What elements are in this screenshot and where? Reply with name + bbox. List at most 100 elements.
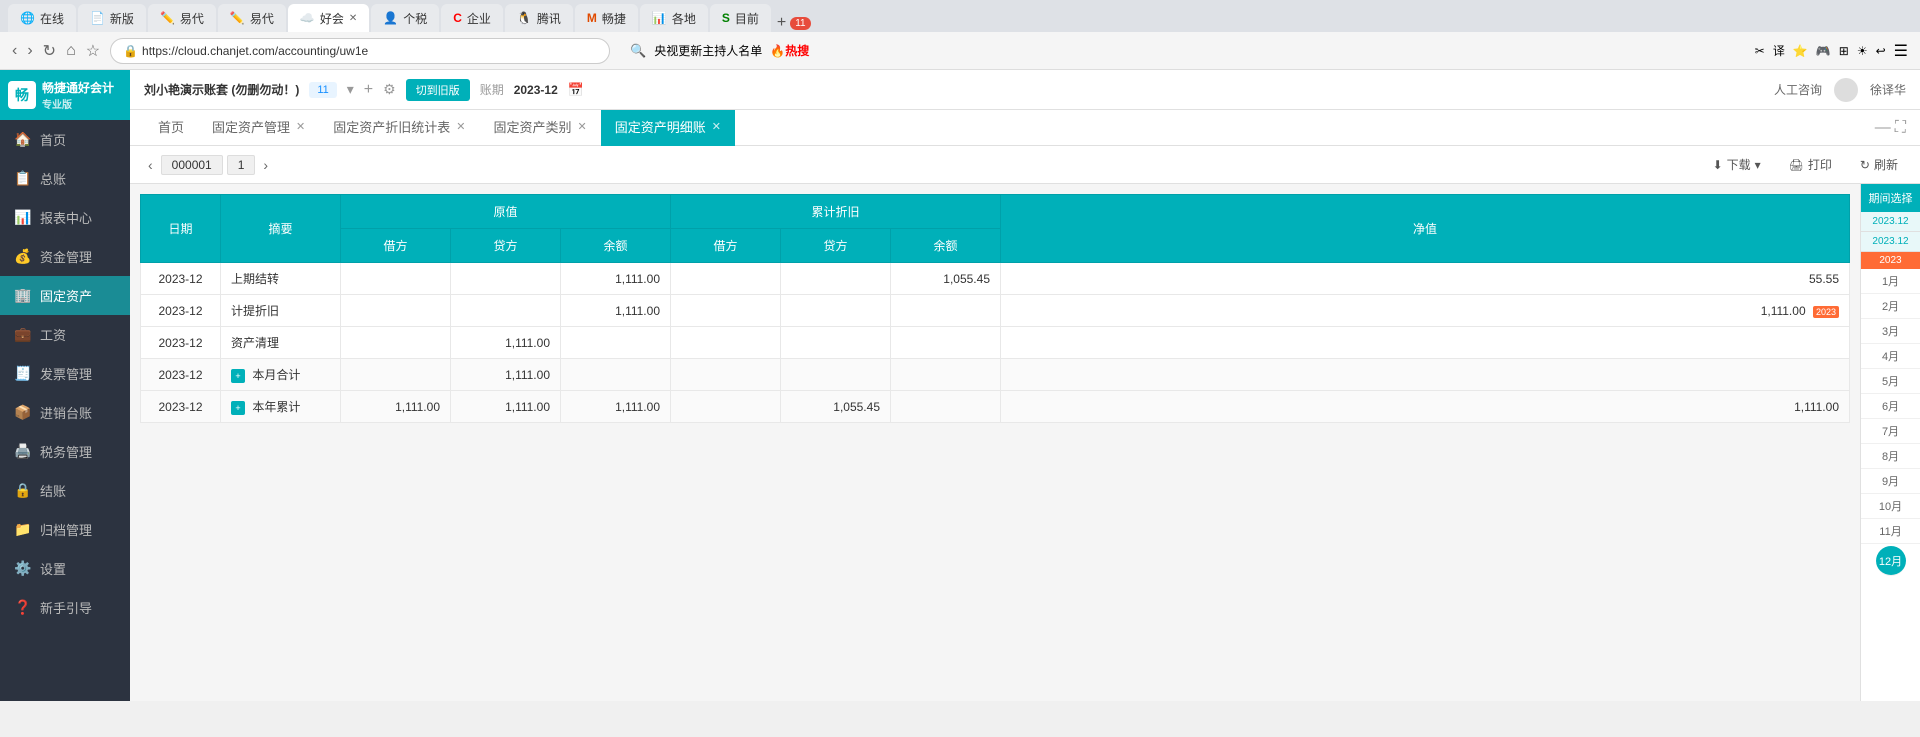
- browser-tab-yidai1[interactable]: ✏️ 易代: [148, 4, 216, 32]
- browser-tab-new[interactable]: 📄 新版: [78, 4, 146, 32]
- row-dep-debit: [671, 327, 781, 359]
- period-month-11[interactable]: 11月: [1861, 519, 1920, 544]
- tab-close-depreciation[interactable]: ✕: [456, 120, 465, 133]
- period-month-10[interactable]: 10月: [1861, 494, 1920, 519]
- tax-icon: 🖨️: [14, 443, 32, 460]
- sidebar-item-guide[interactable]: ❓ 新手引导: [0, 588, 130, 627]
- minimize-icon[interactable]: —: [1875, 119, 1891, 137]
- tab-close-category[interactable]: ✕: [578, 120, 587, 133]
- settings-btn-header[interactable]: ⚙: [383, 81, 396, 98]
- star-icon[interactable]: ⭐: [1793, 44, 1808, 58]
- maximize-icon[interactable]: ⛶: [1895, 119, 1906, 137]
- period-month-7[interactable]: 7月: [1861, 419, 1920, 444]
- period-month-6[interactable]: 6月: [1861, 394, 1920, 419]
- period-month-3[interactable]: 3月: [1861, 319, 1920, 344]
- refresh-icon: ↻: [1860, 158, 1870, 172]
- refresh-btn[interactable]: ↻ 刷新: [1852, 152, 1906, 177]
- browser-tab-gedi[interactable]: 📊 各地: [640, 4, 708, 32]
- translate-icon[interactable]: 译: [1773, 42, 1785, 59]
- sidebar-item-close-period[interactable]: 🔒 结账: [0, 471, 130, 510]
- grid-icon[interactable]: ⊞: [1839, 44, 1849, 58]
- download-btn[interactable]: ⬇ 下载 ▾: [1705, 152, 1769, 177]
- print-btn[interactable]: 🖨 打印: [1781, 152, 1840, 177]
- refresh-browser-btn[interactable]: ↻: [43, 41, 56, 61]
- row-orig-balance: [561, 327, 671, 359]
- right-panel: 日期 摘要 原值 累计折旧 净值 借方 贷方 余额 借方: [130, 184, 1920, 701]
- row-orig-debit: [341, 295, 451, 327]
- sidebar-item-ledger[interactable]: 📋 总账: [0, 159, 130, 198]
- calendar-icon[interactable]: 📅: [568, 82, 584, 98]
- period-month-9[interactable]: 9月: [1861, 469, 1920, 494]
- sidebar-item-archive[interactable]: 📁 归档管理: [0, 510, 130, 549]
- add-account-btn[interactable]: +: [364, 81, 373, 99]
- browser-tab-yidai2[interactable]: ✏️ 易代: [218, 4, 286, 32]
- sidebar-subtitle: 专业版: [42, 96, 114, 111]
- browser-tab-qiye[interactable]: C 企业: [441, 4, 503, 32]
- menu-icon[interactable]: ☰: [1894, 41, 1908, 61]
- sidebar-item-settings[interactable]: ⚙️ 设置: [0, 549, 130, 588]
- browser-tab-haohui[interactable]: ☁️ 好会 ✕: [288, 4, 369, 32]
- tab-fixed-assets-mgmt[interactable]: 固定资产管理 ✕: [198, 110, 319, 146]
- row-orig-balance: [561, 359, 671, 391]
- sidebar-item-invoice[interactable]: 🧾 发票管理: [0, 354, 130, 393]
- account-badge: 11: [309, 82, 336, 98]
- game-icon[interactable]: 🎮: [1816, 44, 1831, 58]
- next-page-btn[interactable]: ›: [259, 155, 272, 175]
- table-row: 2023-12 计提折旧 1,111.00 1,111.00: [141, 295, 1850, 327]
- row-dep-balance: 1,055.45: [891, 263, 1001, 295]
- dropdown-icon[interactable]: ▾: [347, 81, 354, 98]
- sidebar-item-purchase-sales[interactable]: 📦 进销台账: [0, 393, 130, 432]
- period-date-2[interactable]: 2023.12: [1861, 232, 1920, 252]
- tab-close-fixed-assets[interactable]: ✕: [296, 120, 305, 133]
- period-month-5[interactable]: 5月: [1861, 369, 1920, 394]
- sidebar-item-tax[interactable]: 🖨️ 税务管理: [0, 432, 130, 471]
- col-orig-credit: 贷方: [451, 229, 561, 263]
- support-btn[interactable]: 人工咨询: [1774, 81, 1822, 98]
- sidebar-item-funds[interactable]: 💰 资金管理: [0, 237, 130, 276]
- forward-btn[interactable]: ›: [27, 42, 32, 60]
- row-summary: 资产清理: [221, 327, 341, 359]
- sidebar-item-home[interactable]: 🏠 首页: [0, 120, 130, 159]
- search-icon: 🔍: [630, 43, 646, 59]
- period-month-1[interactable]: 1月: [1861, 269, 1920, 294]
- period-year-btn[interactable]: 2023: [1861, 252, 1920, 269]
- home-btn[interactable]: ⌂: [66, 42, 76, 60]
- period-month-2[interactable]: 2月: [1861, 294, 1920, 319]
- period-month-8[interactable]: 8月: [1861, 444, 1920, 469]
- row-orig-credit: 1,111.00: [451, 391, 561, 423]
- col-header-original-value: 原值: [341, 195, 671, 229]
- page-code: 000001: [161, 155, 223, 175]
- col-header-summary: 摘要: [221, 195, 341, 263]
- tab-icon: M: [587, 11, 597, 25]
- tab-asset-category[interactable]: 固定资产类别 ✕: [479, 110, 600, 146]
- undo-icon[interactable]: ↩: [1876, 44, 1886, 58]
- bookmark-btn[interactable]: ☆: [86, 41, 100, 61]
- row-dep-balance: [891, 391, 1001, 423]
- restore-old-version-btn[interactable]: 切到旧版: [406, 79, 470, 101]
- new-tab-btn[interactable]: +: [777, 14, 786, 32]
- tab-close-icon[interactable]: ✕: [349, 13, 357, 24]
- url-input[interactable]: 🔒 https://cloud.chanjet.com/accounting/u…: [110, 38, 610, 64]
- tab-close-detail[interactable]: ✕: [712, 120, 721, 133]
- sidebar-item-fixed-assets[interactable]: 🏢 固定资产: [0, 276, 130, 315]
- tab-home[interactable]: 首页: [144, 110, 198, 146]
- app-container: 畅 畅捷通好会计 专业版 🏠 首页 📋 总账 📊 报表中心 💰 资金管理 🏢 固…: [0, 70, 1920, 701]
- sidebar-item-reports[interactable]: 📊 报表中心: [0, 198, 130, 237]
- browser-tab-online[interactable]: 🌐 在线: [8, 4, 76, 32]
- period-date-1[interactable]: 2023.12: [1861, 212, 1920, 232]
- browser-tab-s[interactable]: S 目前: [710, 4, 771, 32]
- browser-tab-m[interactable]: M 畅捷: [575, 4, 638, 32]
- browser-tab-geshui[interactable]: 👤 个税: [371, 4, 439, 32]
- period-month-4[interactable]: 4月: [1861, 344, 1920, 369]
- back-btn[interactable]: ‹: [12, 42, 17, 60]
- sun-icon[interactable]: ☀: [1857, 44, 1868, 58]
- browser-tab-tencent[interactable]: 🐧 腾讯: [505, 4, 573, 32]
- tab-depreciation-stats[interactable]: 固定资产折旧统计表 ✕: [319, 110, 479, 146]
- tab-asset-detail-ledger[interactable]: 固定资产明细账 ✕: [601, 110, 735, 146]
- period-month-12[interactable]: 12月: [1876, 546, 1906, 576]
- scissors-icon[interactable]: ✂: [1755, 44, 1765, 58]
- prev-page-btn[interactable]: ‹: [144, 155, 157, 175]
- sidebar-item-payroll[interactable]: 💼 工资: [0, 315, 130, 354]
- user-label[interactable]: 徐译华: [1870, 81, 1906, 98]
- period-panel: 期间选择 2023.12 2023.12 2023 1月 2月 3月 4月 5月…: [1860, 184, 1920, 701]
